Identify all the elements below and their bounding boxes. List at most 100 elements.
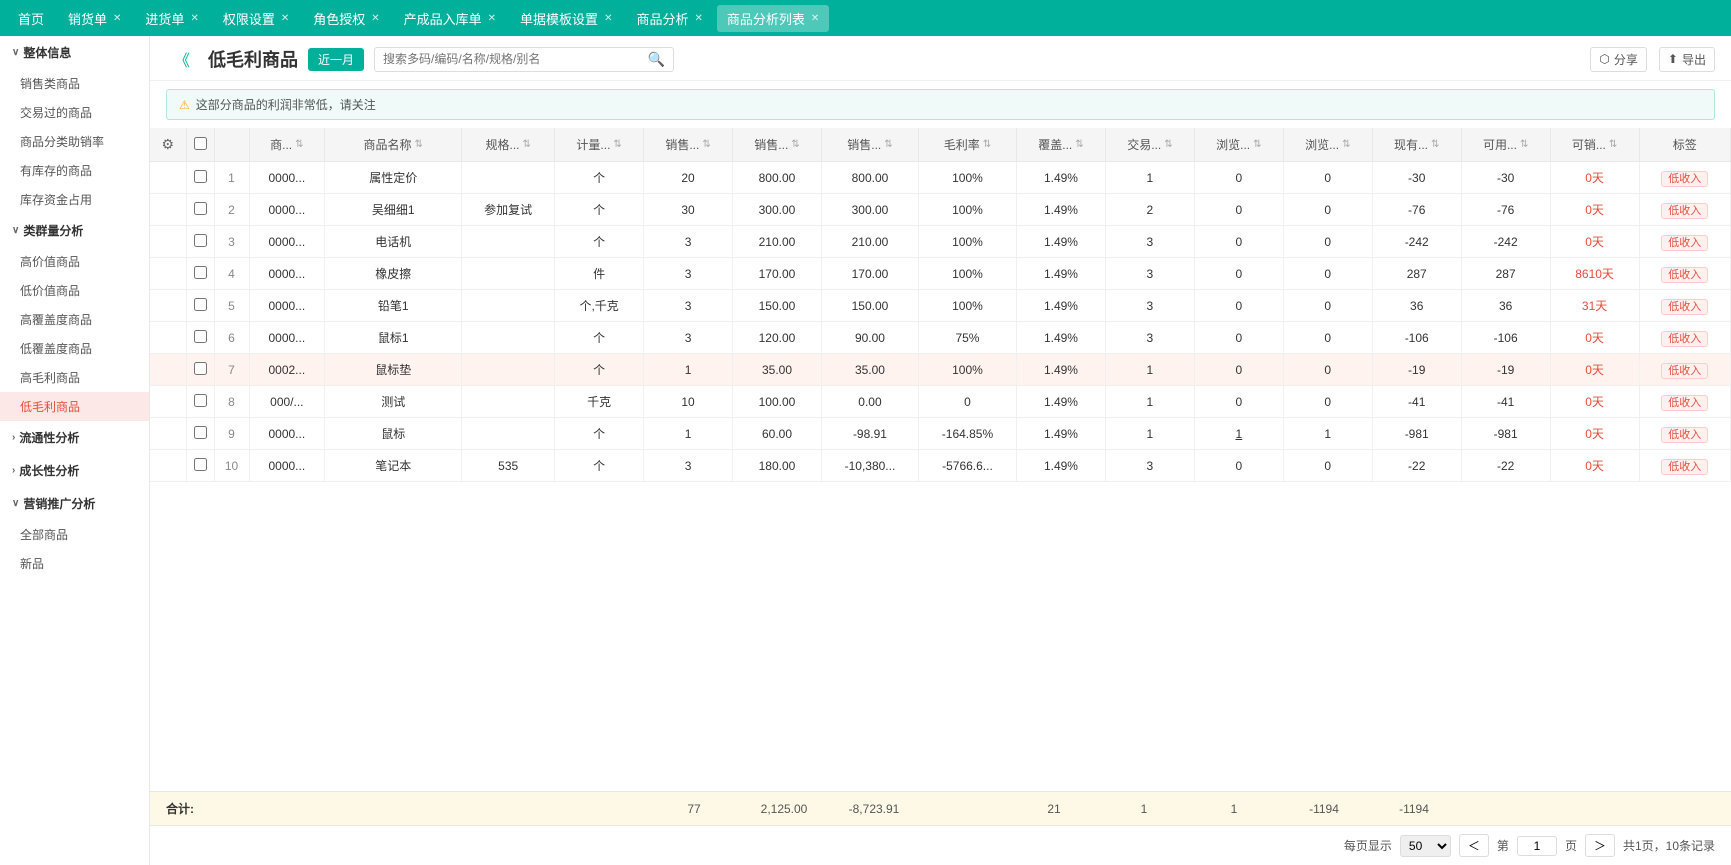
nav-home[interactable]: 首页 [8, 5, 54, 32]
sidebar-group-overview[interactable]: ∨ 整体信息 [0, 36, 149, 69]
footer-sales-profit: -8,723.91 [834, 802, 914, 816]
sidebar-item-low-coverage[interactable]: 低覆盖度商品 [0, 334, 149, 363]
col-available[interactable]: 可用...⇅ [1461, 128, 1550, 162]
row-checkbox[interactable] [194, 266, 207, 279]
col-name[interactable]: 商品名称⇅ [325, 128, 462, 162]
sidebar-item-high-value[interactable]: 高价值商品 [0, 247, 149, 276]
row-checkbox-cell[interactable] [186, 322, 214, 354]
arrow-icon-5: ∨ [12, 498, 19, 509]
sort-icon-5: ⇅ [702, 139, 710, 150]
nav-purchase-close[interactable]: ✕ [190, 13, 198, 24]
col-saleable[interactable]: 可销...⇅ [1550, 128, 1639, 162]
prev-page-btn[interactable]: ＜ [1459, 834, 1489, 857]
row-checkbox-cell[interactable] [186, 258, 214, 290]
nav-sales-close[interactable]: ✕ [113, 13, 121, 24]
sidebar-item-traded[interactable]: 交易过的商品 [0, 98, 149, 127]
search-icon[interactable]: 🔍 [648, 51, 665, 68]
sidebar-item-sales[interactable]: 销售类商品 [0, 69, 149, 98]
col-code[interactable]: 商...⇅ [249, 128, 325, 162]
row-checkbox-cell[interactable] [186, 354, 214, 386]
row-coverage: 1.49% [1016, 354, 1105, 386]
nav-template[interactable]: 单据模板设置 ✕ [510, 5, 622, 32]
sidebar-item-category-rate[interactable]: 商品分类助销率 [0, 127, 149, 156]
col-browse1[interactable]: 浏览...⇅ [1194, 128, 1283, 162]
row-checkbox[interactable] [194, 362, 207, 375]
nav-goods-list-close[interactable]: ✕ [811, 13, 819, 24]
row-checkbox[interactable] [194, 202, 207, 215]
row-saleable: 0天 [1550, 354, 1639, 386]
row-sales-qty: 3 [644, 322, 733, 354]
row-checkbox-cell[interactable] [186, 290, 214, 322]
share-icon: ⬡ [1599, 52, 1609, 66]
row-checkbox[interactable] [194, 298, 207, 311]
row-browse1[interactable]: 1 [1194, 418, 1283, 450]
col-trade[interactable]: 交易...⇅ [1105, 128, 1194, 162]
row-checkbox[interactable] [194, 426, 207, 439]
nav-goods-list[interactable]: 商品分析列表 ✕ [717, 5, 829, 32]
row-sales-qty: 20 [644, 162, 733, 194]
nav-permissions[interactable]: 权限设置 ✕ [213, 5, 299, 32]
col-settings[interactable]: ⚙ [150, 128, 186, 162]
sidebar-item-new-products[interactable]: 新品 [0, 549, 149, 578]
col-tag[interactable]: 标签 [1639, 128, 1730, 162]
sidebar-group-cluster[interactable]: ∨ 类群量分析 [0, 214, 149, 247]
export-button[interactable]: ⬆ 导出 [1659, 47, 1715, 72]
nav-roles[interactable]: 角色授权 ✕ [303, 5, 389, 32]
per-page-select[interactable]: 50 100 200 [1400, 835, 1451, 857]
row-sales-price: 210.00 [733, 226, 822, 258]
row-checkbox[interactable] [194, 170, 207, 183]
sidebar-item-all-products[interactable]: 全部商品 [0, 520, 149, 549]
row-saleable: 0天 [1550, 226, 1639, 258]
col-unit[interactable]: 计量...⇅ [555, 128, 644, 162]
row-checkbox[interactable] [194, 234, 207, 247]
row-checkbox-cell[interactable] [186, 162, 214, 194]
row-checkbox[interactable] [194, 458, 207, 471]
nav-goods-analysis[interactable]: 商品分析 ✕ [626, 5, 712, 32]
sidebar-collapse-btn[interactable]: 《 [166, 47, 198, 71]
row-checkbox-cell[interactable] [186, 418, 214, 450]
sidebar-item-high-coverage[interactable]: 高覆盖度商品 [0, 305, 149, 334]
next-page-btn[interactable]: ＞ [1585, 834, 1615, 857]
nav-purchase[interactable]: 进货单 ✕ [135, 5, 208, 32]
time-filter-button[interactable]: 近一月 [308, 48, 364, 71]
sidebar-item-low-value[interactable]: 低价值商品 [0, 276, 149, 305]
nav-goods-close[interactable]: ✕ [694, 13, 702, 24]
sidebar-item-low-margin[interactable]: 低毛利商品 [0, 392, 149, 421]
share-button[interactable]: ⬡ 分享 [1590, 47, 1647, 72]
col-sales-profit[interactable]: 销售...⇅ [821, 128, 918, 162]
row-gross-rate: 100% [918, 162, 1016, 194]
nav-product-entry[interactable]: 产成品入库单 ✕ [394, 5, 506, 32]
col-gross-rate[interactable]: 毛利率⇅ [918, 128, 1016, 162]
nav-template-close[interactable]: ✕ [604, 13, 612, 24]
page-number-input[interactable] [1517, 836, 1557, 856]
col-current[interactable]: 现有...⇅ [1372, 128, 1461, 162]
nav-roles-close[interactable]: ✕ [371, 13, 379, 24]
col-sales-price[interactable]: 销售...⇅ [733, 128, 822, 162]
row-checkbox-cell[interactable] [186, 226, 214, 258]
row-checkbox-cell[interactable] [186, 386, 214, 418]
row-checkbox[interactable] [194, 394, 207, 407]
sidebar-item-in-stock[interactable]: 有库存的商品 [0, 156, 149, 185]
sidebar-group-flow[interactable]: › 流通性分析 [0, 421, 149, 454]
col-checkbox[interactable] [186, 128, 214, 162]
sidebar-item-high-margin[interactable]: 高毛利商品 [0, 363, 149, 392]
sidebar-group-growth[interactable]: › 成长性分析 [0, 454, 149, 487]
row-checkbox-cell[interactable] [186, 450, 214, 482]
row-tag: 低收入 [1639, 354, 1730, 386]
nav-permissions-close[interactable]: ✕ [281, 13, 289, 24]
nav-sales[interactable]: 销货单 ✕ [58, 5, 131, 32]
col-spec[interactable]: 规格...⇅ [462, 128, 555, 162]
nav-product-close[interactable]: ✕ [488, 13, 496, 24]
sidebar-item-inventory-capital[interactable]: 库存资金占用 [0, 185, 149, 214]
col-browse2[interactable]: 浏览...⇅ [1283, 128, 1372, 162]
row-available: 36 [1461, 290, 1550, 322]
row-sales-price: 60.00 [733, 418, 822, 450]
select-all-checkbox[interactable] [194, 137, 207, 150]
row-checkbox[interactable] [194, 330, 207, 343]
sidebar-group-marketing[interactable]: ∨ 营销推广分析 [0, 487, 149, 520]
search-input[interactable] [383, 52, 648, 66]
col-sales-qty[interactable]: 销售...⇅ [644, 128, 733, 162]
row-checkbox-cell[interactable] [186, 194, 214, 226]
col-coverage[interactable]: 覆盖...⇅ [1016, 128, 1105, 162]
row-browse2: 0 [1283, 450, 1372, 482]
